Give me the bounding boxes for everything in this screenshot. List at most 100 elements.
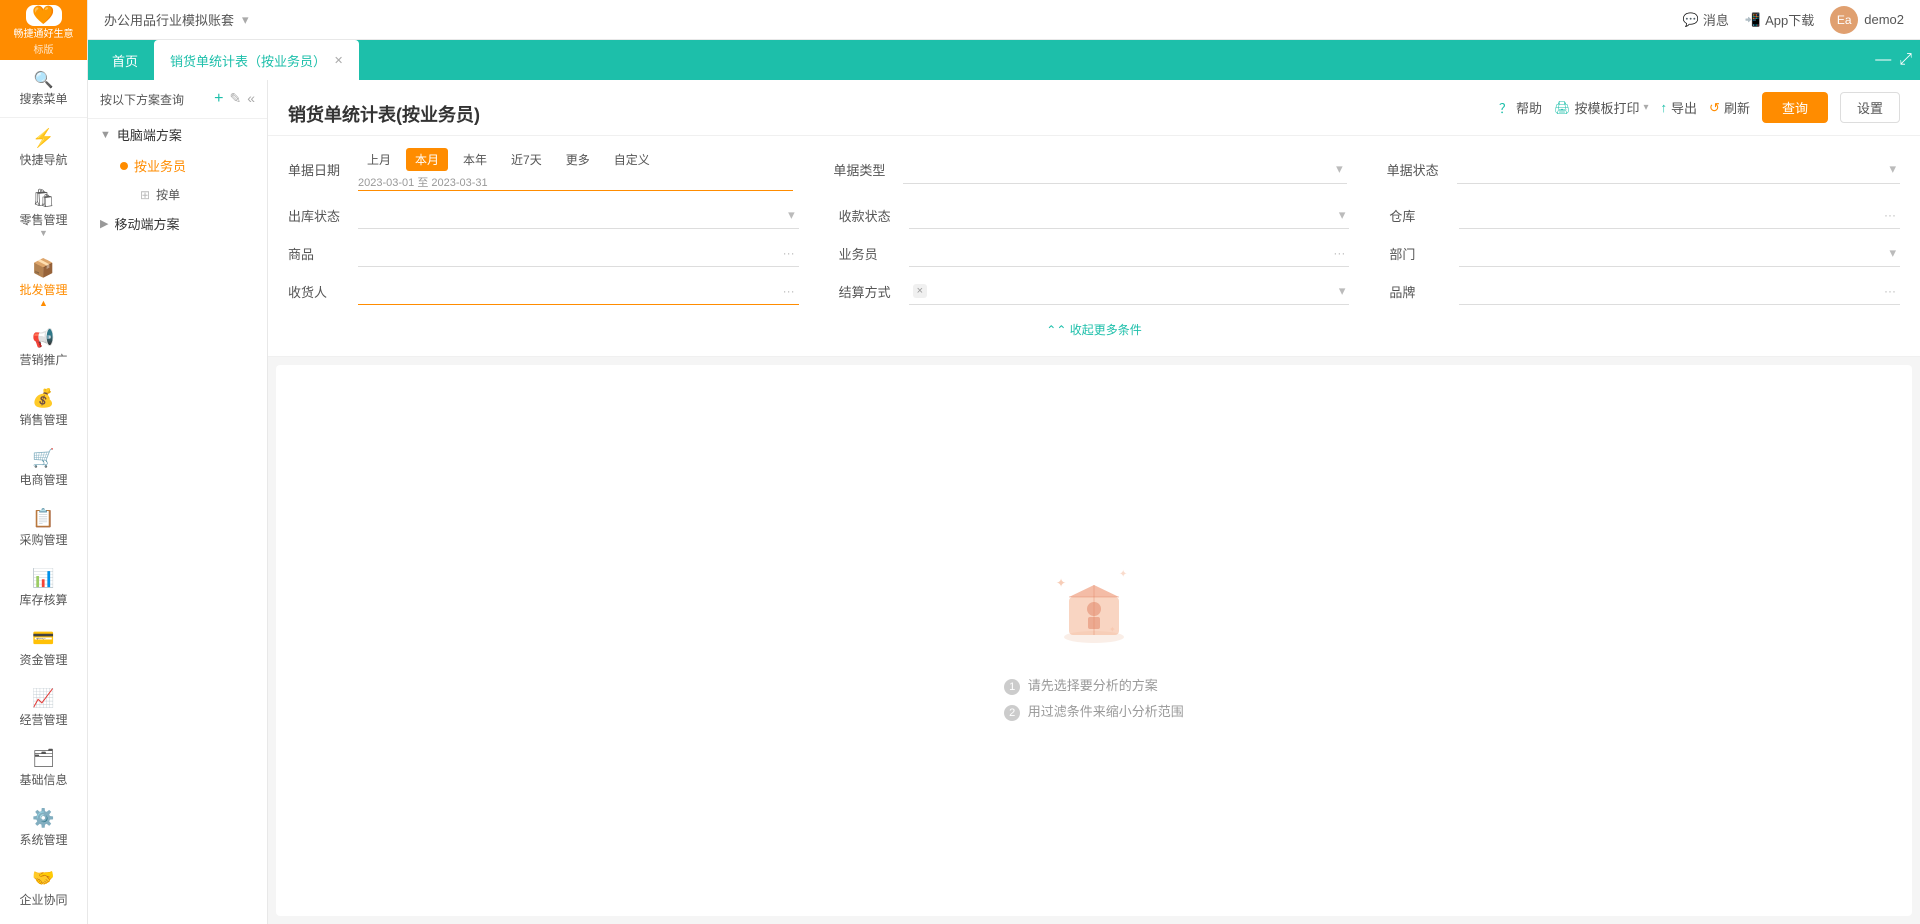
tree-item-by-order[interactable]: ⊞ 按单 bbox=[112, 181, 267, 208]
settle-clear-icon[interactable]: × bbox=[913, 284, 927, 298]
main-area: 办公用品行业模拟账套 ▾ 💬 消息 📲 App下载 Ea demo2 首页 bbox=[88, 0, 1920, 924]
tab-minimize-icon[interactable]: — bbox=[1875, 51, 1891, 69]
page-header: 销货单统计表(按业务员) ？ 帮助 🖨 按模板打印 ▾ ↑ 导出 bbox=[268, 80, 1920, 136]
date-btn-more[interactable]: 更多 bbox=[557, 148, 599, 171]
out-status-control[interactable]: ▾ bbox=[358, 201, 799, 229]
filter-row-4: 收货人 ··· 结算方式 × ▾ 品牌 ··· bbox=[288, 277, 1900, 305]
empty-text: 1 请先选择要分析的方案 2 用过滤条件来缩小分析范围 bbox=[1004, 673, 1184, 725]
messages-btn[interactable]: 💬 消息 bbox=[1683, 10, 1729, 29]
left-panel-actions: + ✎ « bbox=[214, 90, 255, 108]
tab-expand-icon[interactable]: ⤢ bbox=[1899, 51, 1912, 69]
tree-mobile-expand-icon: ▶ bbox=[100, 217, 108, 230]
template-print-btn[interactable]: 🖨 按模板打印 ▾ bbox=[1554, 98, 1649, 117]
date-btn-7days[interactable]: 近7天 bbox=[502, 148, 551, 171]
topbar: 办公用品行业模拟账套 ▾ 💬 消息 📲 App下载 Ea demo2 bbox=[88, 0, 1920, 40]
svg-text:✦: ✦ bbox=[1109, 625, 1116, 634]
brand-control[interactable]: ··· bbox=[1459, 277, 1900, 305]
enterprise-icon: 🤝 bbox=[32, 868, 54, 889]
topbar-dropdown-icon[interactable]: ▾ bbox=[242, 12, 249, 28]
business-icon: 📈 bbox=[32, 688, 54, 709]
sidebar-item-business[interactable]: 📈 经营管理 bbox=[0, 678, 87, 738]
receiver-control[interactable]: ··· bbox=[358, 277, 799, 305]
sidebar-item-enterprise[interactable]: 🤝 企业协同 bbox=[0, 858, 87, 918]
sidebar-search-label: 搜索菜单 bbox=[19, 90, 67, 107]
retail-icon: 🛍 bbox=[32, 188, 55, 209]
finance-icon: 💳 bbox=[32, 628, 54, 649]
receipt-status-dropdown-icon: ▾ bbox=[1339, 207, 1346, 223]
out-status-label: 出库状态 bbox=[288, 206, 358, 225]
setting-button[interactable]: 设置 bbox=[1840, 92, 1900, 123]
dept-control[interactable]: ▾ bbox=[1459, 239, 1900, 267]
ecommerce-icon: 🛒 bbox=[32, 448, 54, 469]
tree-node-mobile[interactable]: ▶ 移动端方案 bbox=[88, 208, 267, 239]
marketing-icon: 📢 bbox=[32, 328, 54, 349]
sidebar-item-quicknav[interactable]: ⚡ 快捷导航 bbox=[0, 118, 87, 178]
sidebar-item-marketing[interactable]: 📢 营销推广 bbox=[0, 318, 87, 378]
tab-sales-stat[interactable]: 销货单统计表（按业务员） ✕ bbox=[154, 40, 359, 80]
sidebar-item-ecommerce[interactable]: 🛒 电商管理 bbox=[0, 438, 87, 498]
sidebar-item-system[interactable]: ⚙️ 系统管理 bbox=[0, 798, 87, 858]
sidebar: 🧡 畅捷通好生意 标版 🔍 搜索菜单 ⚡ 快捷导航 🛍 零售管理 ▼ 📦 批发管… bbox=[0, 0, 88, 924]
export-label: 导出 bbox=[1671, 98, 1697, 117]
user-profile[interactable]: Ea demo2 bbox=[1830, 6, 1904, 34]
date-btn-last-month[interactable]: 上月 bbox=[358, 148, 400, 171]
topbar-left: 办公用品行业模拟账套 ▾ bbox=[104, 10, 249, 29]
sidebar-item-sales[interactable]: 💰 销售管理 bbox=[0, 378, 87, 438]
message-icon: 💬 bbox=[1683, 12, 1699, 28]
enterprise-label: 企业协同 bbox=[19, 891, 67, 908]
tree-node-pc[interactable]: ▼ 电脑端方案 bbox=[88, 119, 267, 150]
query-button[interactable]: 查询 bbox=[1762, 92, 1828, 123]
date-btn-custom[interactable]: 自定义 bbox=[605, 148, 659, 171]
doc-status-dropdown-icon: ▾ bbox=[1889, 161, 1896, 177]
doc-status-control[interactable]: ▾ bbox=[1457, 156, 1900, 184]
collapse-up-icon: ⌃⌃ bbox=[1046, 323, 1066, 337]
date-filter: 上月 本月 本年 近7天 更多 自定义 2023-03-01 至 2023-03… bbox=[358, 148, 793, 191]
dept-label: 部门 bbox=[1389, 244, 1459, 263]
finance-label: 资金管理 bbox=[19, 651, 67, 668]
export-btn[interactable]: ↑ 导出 bbox=[1661, 98, 1698, 117]
sidebar-item-base[interactable]: 🗂 基础信息 bbox=[0, 738, 87, 798]
sidebar-search-item[interactable]: 🔍 搜索菜单 bbox=[0, 60, 87, 118]
add-scheme-icon[interactable]: + bbox=[214, 90, 223, 108]
svg-text:✦: ✦ bbox=[1119, 569, 1127, 580]
tab-home[interactable]: 首页 bbox=[96, 40, 154, 80]
empty-num-2: 2 bbox=[1004, 705, 1020, 721]
filter-row-1: 单据日期 上月 本月 本年 近7天 更多 自定义 2023-03-01 至 20… bbox=[288, 148, 1900, 191]
app-download-btn[interactable]: 📲 App下载 bbox=[1745, 10, 1814, 29]
empty-line-2: 2 用过滤条件来缩小分析范围 bbox=[1004, 699, 1184, 725]
help-label: 帮助 bbox=[1516, 98, 1542, 117]
refresh-icon: ↺ bbox=[1709, 100, 1720, 116]
date-btn-this-year[interactable]: 本年 bbox=[454, 148, 496, 171]
page-title: 销货单统计表(按业务员) bbox=[288, 101, 480, 127]
salesperson-control[interactable]: ··· bbox=[909, 239, 1350, 267]
tab-sales-stat-label: 销货单统计表（按业务员） bbox=[170, 51, 326, 70]
wholesale-label: 批发管理 bbox=[19, 281, 67, 298]
sidebar-item-newguide[interactable]: 🧭 新手引导 bbox=[0, 918, 87, 924]
doc-type-control[interactable]: ▾ bbox=[903, 156, 1346, 184]
sidebar-item-wholesale[interactable]: 📦 批发管理 ▲ bbox=[0, 248, 87, 318]
tree-item-by-salesperson[interactable]: 按业务员 bbox=[112, 150, 267, 181]
purchase-icon: 📋 bbox=[32, 508, 54, 529]
goods-control[interactable]: ··· bbox=[358, 239, 799, 267]
tree-order-label: 按单 bbox=[156, 186, 180, 203]
collapse-filter-btn[interactable]: ⌃⌃ 收起更多条件 bbox=[288, 315, 1900, 344]
sidebar-item-inventory[interactable]: 📊 库存核算 bbox=[0, 558, 87, 618]
receipt-status-control[interactable]: ▾ bbox=[909, 201, 1350, 229]
date-btn-this-month[interactable]: 本月 bbox=[406, 148, 448, 171]
edit-scheme-icon[interactable]: ✎ bbox=[229, 90, 241, 108]
quicknav-icon: ⚡ bbox=[32, 128, 54, 149]
refresh-btn[interactable]: ↺ 刷新 bbox=[1709, 98, 1750, 117]
print-dropdown-icon: ▾ bbox=[1644, 102, 1649, 113]
settle-control[interactable]: × ▾ bbox=[909, 277, 1350, 305]
collapse-panel-icon[interactable]: « bbox=[247, 90, 255, 108]
tree-expand-icon: ▼ bbox=[100, 129, 111, 141]
tab-close-icon[interactable]: ✕ bbox=[334, 54, 343, 67]
wholesale-icon: 📦 bbox=[32, 258, 54, 279]
sidebar-item-retail[interactable]: 🛍 零售管理 ▼ bbox=[0, 178, 87, 248]
sidebar-item-purchase[interactable]: 📋 采购管理 bbox=[0, 498, 87, 558]
help-btn[interactable]: ？ 帮助 bbox=[1499, 98, 1542, 117]
content-area: 按以下方案查询 + ✎ « ▼ 电脑端方案 按业务员 ⊞ 按单 bbox=[88, 80, 1920, 924]
filter-row-3: 商品 ··· 业务员 ··· 部门 ▾ bbox=[288, 239, 1900, 267]
warehouse-control[interactable]: ··· bbox=[1459, 201, 1900, 229]
sidebar-item-finance[interactable]: 💳 资金管理 bbox=[0, 618, 87, 678]
